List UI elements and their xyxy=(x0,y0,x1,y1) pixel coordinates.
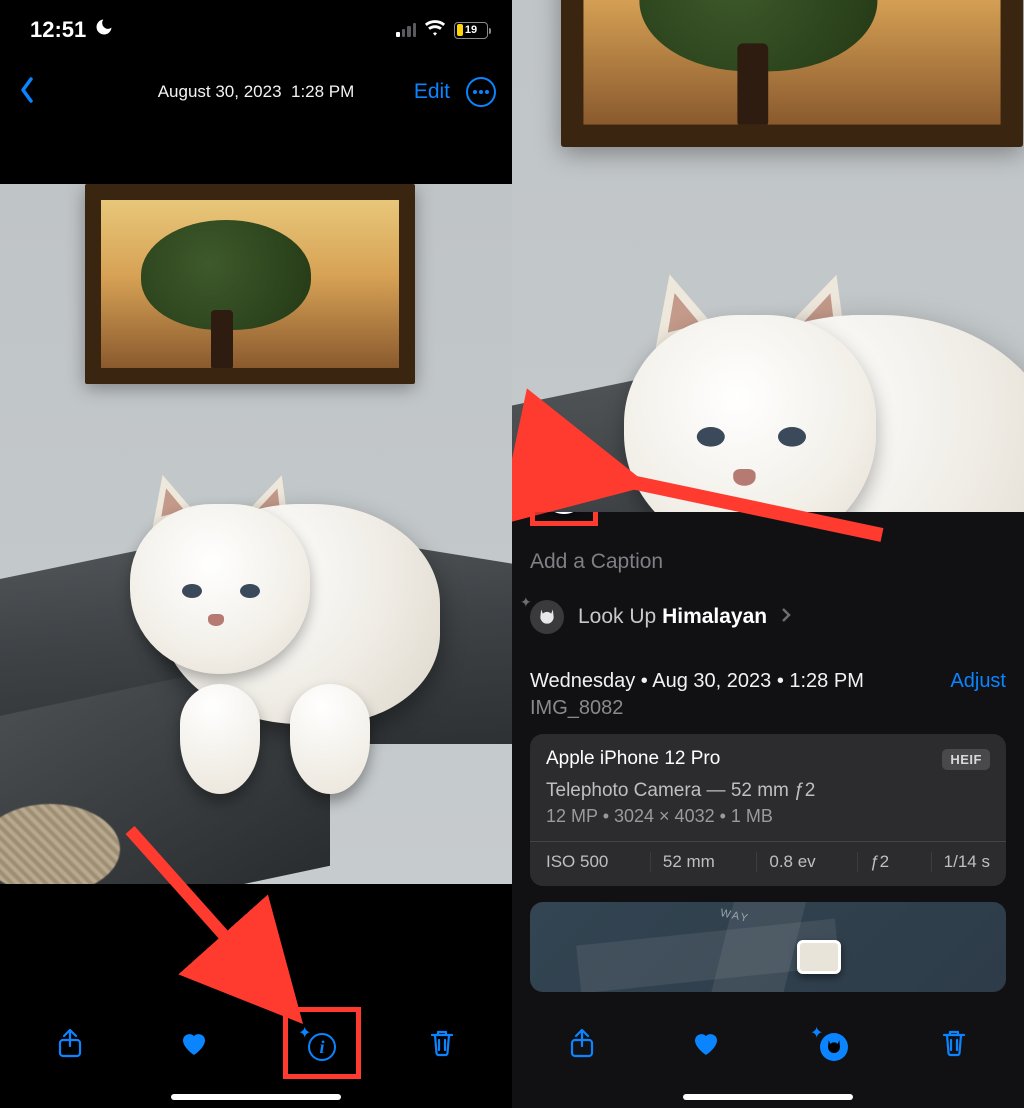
more-menu-button[interactable] xyxy=(466,77,496,107)
visual-lookup-subject-badge[interactable] xyxy=(542,512,586,514)
info-button[interactable]: ✦ i xyxy=(296,1021,340,1065)
home-indicator[interactable] xyxy=(171,1094,341,1100)
photo-nav-bar: August 30, 2023 1:28 PM Edit xyxy=(0,60,512,124)
photo-filename: IMG_8082 xyxy=(530,693,1006,734)
status-time: 12:51 xyxy=(30,17,86,43)
pet-sparkle-icon: ✦ xyxy=(812,1025,848,1061)
cellular-signal-icon xyxy=(396,23,416,37)
photo-content-placeholder xyxy=(512,0,1024,512)
wifi-icon xyxy=(424,17,446,44)
phone-screen-left: 12:51 19 August 30, 2023 xyxy=(0,0,512,1108)
phone-screen-right: Add a Caption ✦ Look Up Himalayan Wednes… xyxy=(512,0,1024,1108)
file-format-badge: HEIF xyxy=(942,749,990,770)
visual-lookup-button-active[interactable]: ✦ xyxy=(808,1021,852,1065)
caption-field[interactable]: Add a Caption xyxy=(530,536,1006,592)
annotation-highlight-visual-lookup-badge xyxy=(530,512,598,526)
adjust-datetime-button[interactable]: Adjust xyxy=(950,670,1006,693)
tutorial-side-by-side: 12:51 19 August 30, 2023 xyxy=(0,0,1024,1108)
share-button[interactable] xyxy=(560,1021,604,1065)
location-map-card[interactable]: WAY xyxy=(530,902,1006,992)
photo-date-line: Wednesday • Aug 30, 2023 • 1:28 PM xyxy=(530,670,864,693)
info-sparkle-icon: ✦ i xyxy=(300,1025,336,1061)
photo-toolbar: ✦ i xyxy=(0,998,512,1108)
exif-row: ISO 500 52 mm 0.8 ev ƒ2 1/14 s xyxy=(546,852,990,872)
visual-lookup-label: Look Up Himalayan xyxy=(578,605,767,629)
chevron-right-icon xyxy=(781,605,791,629)
photo-viewer[interactable] xyxy=(0,124,512,944)
device-model: Apple iPhone 12 Pro xyxy=(546,748,720,770)
photo-content-placeholder xyxy=(0,184,512,884)
edit-button[interactable]: Edit xyxy=(414,80,450,104)
map-street-label: WAY xyxy=(719,907,751,925)
cat-icon: ✦ xyxy=(530,600,564,634)
status-bar: 12:51 19 xyxy=(0,0,512,60)
photo-viewer-with-info[interactable] xyxy=(512,0,1024,512)
camera-metadata-card: Apple iPhone 12 Pro HEIF Telephoto Camer… xyxy=(530,734,1006,886)
delete-button[interactable] xyxy=(932,1021,976,1065)
photo-toolbar: ✦ xyxy=(512,998,1024,1108)
share-button[interactable] xyxy=(48,1021,92,1065)
battery-icon: 19 xyxy=(454,22,488,39)
image-dimensions: 12 MP • 3024 × 4032 • 1 MB xyxy=(546,806,990,827)
favorite-button[interactable] xyxy=(172,1021,216,1065)
lens-info: Telephoto Camera — 52 mm ƒ2 xyxy=(546,780,990,802)
back-button[interactable] xyxy=(16,76,38,109)
home-indicator[interactable] xyxy=(683,1094,853,1100)
visual-lookup-row[interactable]: ✦ Look Up Himalayan xyxy=(530,592,1006,656)
delete-button[interactable] xyxy=(420,1021,464,1065)
map-photo-pin xyxy=(797,940,841,974)
do-not-disturb-icon xyxy=(94,17,114,43)
favorite-button[interactable] xyxy=(684,1021,728,1065)
